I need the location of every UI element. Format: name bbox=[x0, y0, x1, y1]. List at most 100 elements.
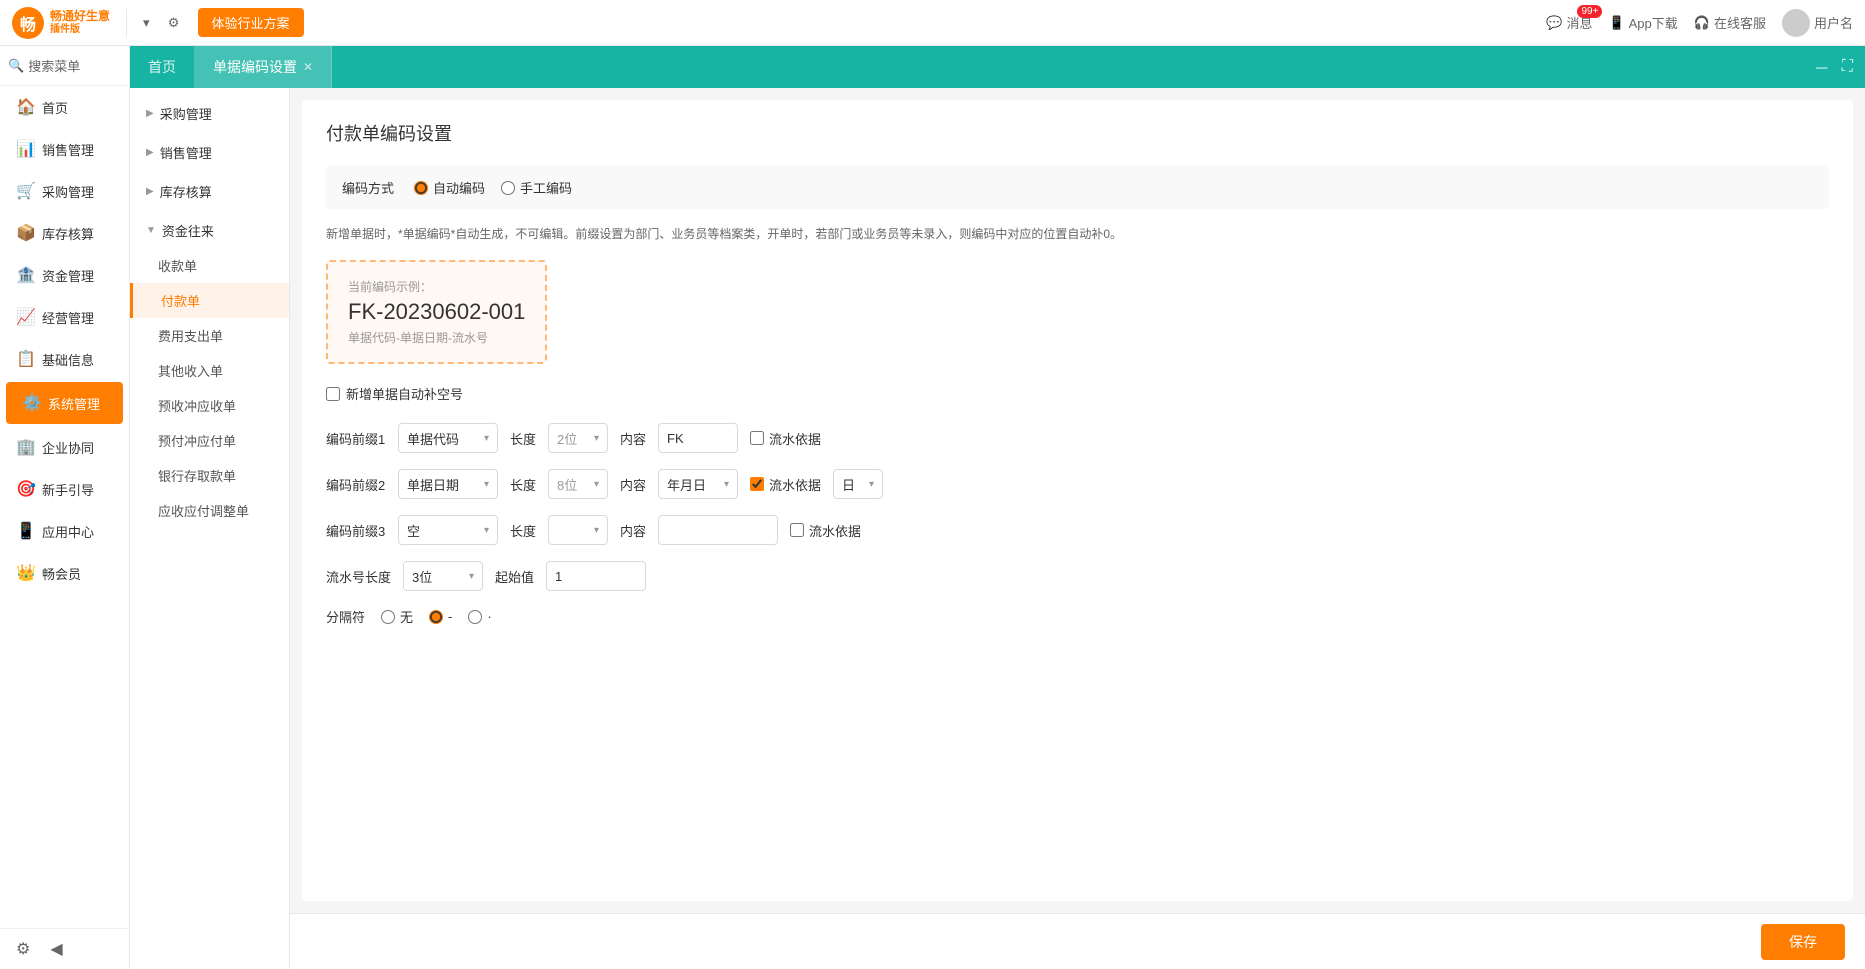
sidebar-item-member[interactable]: 👑 畅会员 bbox=[0, 552, 129, 594]
prefix1-select[interactable]: 单据代码 ▾ bbox=[398, 423, 498, 453]
app-download-item[interactable]: 📱 App下载 bbox=[1608, 13, 1677, 32]
industry-btn[interactable]: 体验行业方案 bbox=[198, 8, 304, 37]
content3-label: 内容 bbox=[620, 521, 646, 540]
prefix2-select[interactable]: 单据日期 ▾ bbox=[398, 469, 498, 499]
sep-dash-radio[interactable] bbox=[429, 610, 443, 624]
tab-minimize-btn[interactable]: － bbox=[1810, 51, 1834, 83]
sub-nav-capital-label: 资金往来 bbox=[162, 221, 214, 240]
nav-label-enterprise: 企业协同 bbox=[42, 438, 94, 457]
sub-group-capital: ▼ 资金往来 收款单 付款单 费用支出单 其他收入单 预收冲应收单 预付冲应付单… bbox=[130, 213, 289, 528]
sep-none-radio[interactable] bbox=[381, 610, 395, 624]
avatar bbox=[1782, 9, 1810, 37]
radio-manual[interactable]: 手工编码 bbox=[501, 178, 572, 197]
auto-fill-label: 新增单据自动补空号 bbox=[346, 384, 463, 403]
sidebar-item-basic[interactable]: 📋 基础信息 bbox=[0, 338, 129, 380]
sub-nav-receipt[interactable]: 收款单 bbox=[130, 248, 289, 283]
sidebar-item-operation[interactable]: 📈 经营管理 bbox=[0, 296, 129, 338]
save-button[interactable]: 保存 bbox=[1761, 924, 1845, 960]
message-item[interactable]: 💬 消息 99+ bbox=[1546, 13, 1592, 32]
top-bar-right: 💬 消息 99+ 📱 App下载 🎧 在线客服 用户名 bbox=[1546, 9, 1853, 37]
collapse-icon[interactable]: ◀ bbox=[50, 939, 62, 959]
sidebar-item-newbie[interactable]: 🎯 新手引导 bbox=[0, 468, 129, 510]
tab-close-icon[interactable]: ✕ bbox=[303, 60, 313, 74]
sub-nav-pre-payable[interactable]: 预付冲应付单 bbox=[130, 423, 289, 458]
length3-select[interactable]: ▾ bbox=[548, 515, 608, 545]
sub-nav-capital[interactable]: ▼ 资金往来 bbox=[130, 213, 289, 248]
sidebar-item-inventory[interactable]: 📦 库存核算 bbox=[0, 212, 129, 254]
page-content: 付款单编码设置 编码方式 自动编码 手 bbox=[302, 100, 1853, 901]
separator-row: 分隔符 无 - · bbox=[326, 607, 1829, 626]
sep-none-option[interactable]: 无 bbox=[381, 607, 413, 626]
top-bar: 畅 畅通好生意 插件版 ▾ ⚙ 体验行业方案 💬 消息 99+ 📱 App下载 … bbox=[0, 0, 1865, 46]
home-icon: 🏠 bbox=[16, 97, 34, 117]
arrow-capital: ▼ bbox=[146, 225, 156, 236]
sidebar-bottom: ⚙ ◀ bbox=[0, 928, 129, 969]
sidebar-item-system[interactable]: ⚙️ 系统管理 bbox=[6, 382, 123, 424]
sub-nav-other-income[interactable]: 其他收入单 bbox=[130, 353, 289, 388]
nav-label-member: 畅会员 bbox=[42, 564, 81, 583]
sub-nav-bank-deposit[interactable]: 银行存取款单 bbox=[130, 458, 289, 493]
serial-length-select[interactable]: 3位 ▾ bbox=[403, 561, 483, 591]
inner-layout: ▶ 采购管理 ▶ 销售管理 ▶ 库存核算 bbox=[130, 88, 1865, 969]
sidebar-item-home[interactable]: 🏠 首页 bbox=[0, 86, 129, 128]
sidebar-item-purchase[interactable]: 🛒 采购管理 bbox=[0, 170, 129, 212]
code-preview-desc: 单据代码-单据日期-流水号 bbox=[348, 329, 525, 346]
tab-home-label: 首页 bbox=[148, 57, 176, 77]
online-service-label: 在线客服 bbox=[1714, 13, 1766, 32]
sub-nav-inventory-label: 库存核算 bbox=[160, 182, 212, 201]
sub-nav-adjust[interactable]: 应收应付调整单 bbox=[130, 493, 289, 528]
length2-select[interactable]: 8位 ▾ bbox=[548, 469, 608, 499]
sub-nav-payment[interactable]: 付款单 bbox=[130, 283, 289, 318]
prefix1-value: 单据代码 bbox=[407, 429, 459, 448]
auto-fill-checkbox[interactable] bbox=[326, 387, 340, 401]
prefix3-select[interactable]: 空 ▾ bbox=[398, 515, 498, 545]
radio-manual-input[interactable] bbox=[501, 181, 515, 195]
length2-value: 8位 bbox=[557, 475, 577, 494]
nav-label-sales: 销售管理 bbox=[42, 140, 94, 159]
online-service-item[interactable]: 🎧 在线客服 bbox=[1694, 13, 1766, 32]
radio-auto[interactable]: 自动编码 bbox=[414, 178, 485, 197]
content3-box bbox=[658, 515, 778, 545]
enterprise-icon: 🏢 bbox=[16, 437, 34, 457]
tab-maximize-btn[interactable]: ⛶ bbox=[1838, 54, 1857, 80]
settings-bottom-icon[interactable]: ⚙ bbox=[16, 939, 30, 959]
settings-icon[interactable]: ⚙ bbox=[160, 9, 188, 37]
sub-nav-pre-receivable[interactable]: 预收冲应收单 bbox=[130, 388, 289, 423]
sep-dot-radio[interactable] bbox=[468, 610, 482, 624]
serial1-checkbox[interactable] bbox=[750, 431, 764, 445]
sidebar-item-enterprise[interactable]: 🏢 企业协同 bbox=[0, 426, 129, 468]
sep-dash-option[interactable]: - bbox=[429, 609, 452, 624]
user-item[interactable]: 用户名 bbox=[1782, 9, 1853, 37]
nav-label-app-center: 应用中心 bbox=[42, 522, 94, 541]
tab-code-setting[interactable]: 单据编码设置 ✕ bbox=[195, 46, 332, 88]
length3-label: 长度 bbox=[510, 521, 536, 540]
sidebar-item-app-center[interactable]: 📱 应用中心 bbox=[0, 510, 129, 552]
arrow-inventory: ▶ bbox=[146, 186, 154, 197]
sidebar-item-finance[interactable]: 🏦 资金管理 bbox=[0, 254, 129, 296]
sep-dot-option[interactable]: · bbox=[468, 609, 491, 624]
expand-toggle[interactable]: ▾ bbox=[143, 15, 150, 31]
nav-label-inventory: 库存核算 bbox=[42, 224, 94, 243]
nav-label-purchase: 采购管理 bbox=[42, 182, 94, 201]
sub-nav-purchase[interactable]: ▶ 采购管理 bbox=[130, 96, 289, 131]
content2-select[interactable]: 年月日 ▾ bbox=[658, 469, 738, 499]
sidebar-search[interactable]: 🔍 搜索菜单 bbox=[0, 46, 129, 86]
prefix2-label: 编码前缀2 bbox=[326, 475, 386, 494]
tab-bar-actions: － ⛶ bbox=[1810, 51, 1865, 83]
tab-home[interactable]: 首页 bbox=[130, 46, 195, 88]
sub-nav-inventory[interactable]: ▶ 库存核算 bbox=[130, 174, 289, 209]
start-value-box[interactable]: 1 bbox=[546, 561, 646, 591]
prefix2-value: 单据日期 bbox=[407, 475, 459, 494]
length1-select[interactable]: 2位 ▾ bbox=[548, 423, 608, 453]
radio-auto-input[interactable] bbox=[414, 181, 428, 195]
member-icon: 👑 bbox=[16, 563, 34, 583]
serial2-unit: 日 bbox=[842, 475, 855, 494]
serial2-label: 流水依据 bbox=[769, 475, 821, 494]
sub-nav-expense[interactable]: 费用支出单 bbox=[130, 318, 289, 353]
sidebar-item-sales[interactable]: 📊 销售管理 bbox=[0, 128, 129, 170]
sub-nav-sales[interactable]: ▶ 销售管理 bbox=[130, 135, 289, 170]
serial2-checkbox[interactable] bbox=[750, 477, 764, 491]
bottom-bar: 保存 bbox=[290, 913, 1865, 969]
serial2-unit-select[interactable]: 日 ▾ bbox=[833, 469, 883, 499]
serial3-checkbox[interactable] bbox=[790, 523, 804, 537]
